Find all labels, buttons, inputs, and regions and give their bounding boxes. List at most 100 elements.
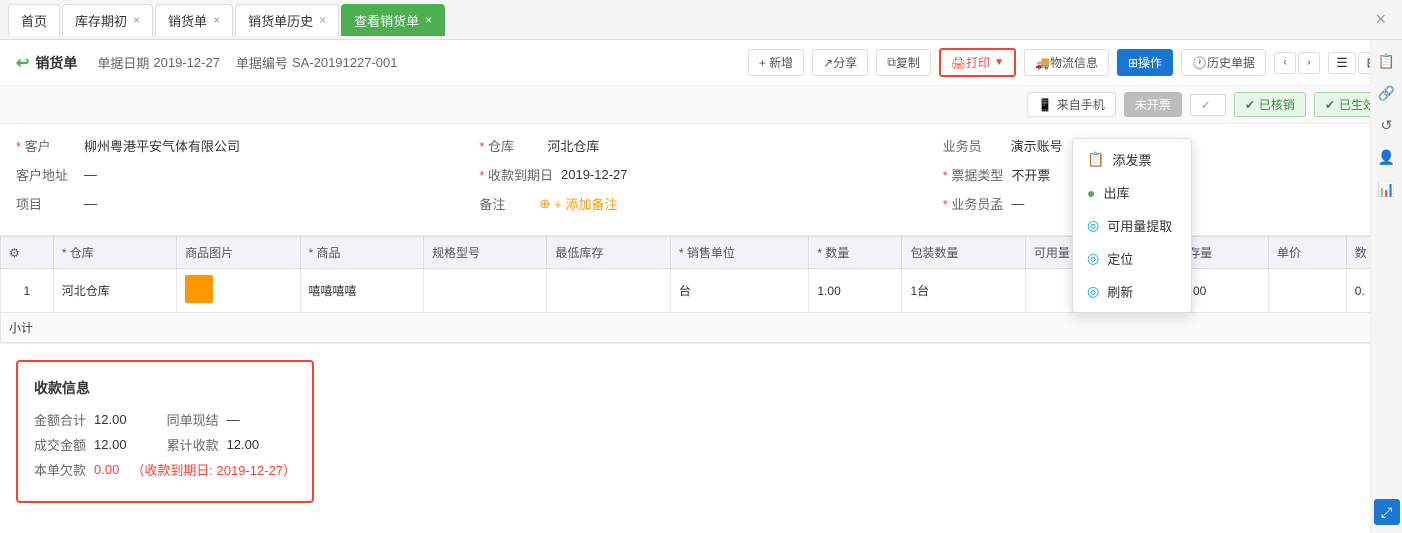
transaction-item: 成交金额 12.00 xyxy=(34,435,127,454)
prev-button[interactable]: ‹ xyxy=(1274,52,1296,74)
doc-title: ↩ 销货单 xyxy=(16,53,77,73)
truck-icon: 🚚 xyxy=(1035,56,1050,70)
settlement-item: 同单现结 — xyxy=(167,410,240,429)
sidebar-icon-3[interactable]: ↺ xyxy=(1374,112,1400,138)
col-min-stock: 最低库存 xyxy=(547,237,670,269)
col-unit: * 销售单位 xyxy=(670,237,809,269)
available-icon: ◎ xyxy=(1087,217,1099,234)
payment-date-label: 收款到期日 xyxy=(479,165,553,184)
product-image xyxy=(185,275,213,303)
sidebar-icon-2[interactable]: 🔗 xyxy=(1374,80,1400,106)
number-value: SA-20191227-001 xyxy=(292,55,398,70)
tab-inventory[interactable]: 库存期初 × xyxy=(62,4,153,36)
sidebar-icon-1[interactable]: 📋 xyxy=(1374,48,1400,74)
cumulative-value: 12.00 xyxy=(227,437,260,452)
row-price xyxy=(1268,269,1346,313)
date-label: 单据日期 xyxy=(97,53,149,72)
tab-home[interactable]: 首页 xyxy=(8,4,60,36)
doc-title-icon: ↩ xyxy=(16,53,29,73)
tab-sales-history[interactable]: 销货单历史 × xyxy=(235,4,339,36)
warehouse-label: 仓库 xyxy=(479,136,539,155)
settlement-value: — xyxy=(227,412,240,427)
logistics-button[interactable]: 🚚 物流信息 xyxy=(1024,49,1109,76)
total-item: 金额合计 12.00 xyxy=(34,410,127,429)
list-view-button[interactable]: ☰ xyxy=(1328,52,1356,74)
owed-note: （收款到期日: 2019-12-27） xyxy=(131,460,296,479)
from-phone-button[interactable]: 📱 来自手机 xyxy=(1027,92,1116,117)
operate-icon: ⊞ xyxy=(1128,56,1138,70)
not-opened-button[interactable]: 未开票 xyxy=(1124,92,1182,117)
row-product: 嘻嘻嘻嘻 xyxy=(300,269,423,313)
invoice-icon: 📋 xyxy=(1087,151,1104,168)
doc-title-text: 销货单 xyxy=(35,53,77,73)
ticket-value: 不开票 xyxy=(1011,165,1050,184)
payment-row-1: 金额合计 12.00 同单现结 — xyxy=(34,410,296,429)
expand-button[interactable]: ⤢ xyxy=(1374,499,1400,525)
check-icon: ✓ xyxy=(1201,98,1211,112)
row-spec xyxy=(423,269,546,313)
doc-meta: 单据日期 2019-12-27 单据编号 SA-20191227-001 xyxy=(97,53,413,72)
locate-icon: ◎ xyxy=(1087,250,1099,267)
main-content: ↩ 销货单 单据日期 2019-12-27 单据编号 SA-20191227-0… xyxy=(0,40,1402,533)
add-icon: ⊕ xyxy=(539,196,550,212)
outbound-item[interactable]: ● 出库 xyxy=(1073,176,1191,209)
share-icon: ↗ xyxy=(823,56,833,70)
warehouse-field: 仓库 河北仓库 xyxy=(479,136,922,155)
total-label: 金额合计 xyxy=(34,410,86,429)
copy-icon: ⧉ xyxy=(887,55,896,70)
warehouse-value: 河北仓库 xyxy=(547,136,599,155)
tab-sales[interactable]: 销货单 × xyxy=(155,4,233,36)
payment-date-field: 收款到期日 2019-12-27 xyxy=(479,165,922,184)
owed-label: 本单欠款 xyxy=(34,460,86,479)
tab-close-inventory[interactable]: × xyxy=(133,13,140,27)
tab-view-sales[interactable]: 查看销货单 × xyxy=(341,4,445,36)
doc-header: ↩ 销货单 单据日期 2019-12-27 单据编号 SA-20191227-0… xyxy=(0,40,1402,86)
payment-date-value: 2019-12-27 xyxy=(561,167,628,182)
confirm-button[interactable]: ✓ xyxy=(1190,94,1226,116)
tab-close-sales[interactable]: × xyxy=(213,13,220,27)
row-image xyxy=(177,269,300,313)
col-image: 商品图片 xyxy=(177,237,300,269)
tab-close-sales-history[interactable]: × xyxy=(319,13,326,27)
address-field: 客户地址 — xyxy=(16,165,459,184)
staff-label: 业务员 xyxy=(943,136,1003,155)
row-unit: 台 xyxy=(670,269,809,313)
next-button[interactable]: › xyxy=(1298,52,1320,74)
sidebar-icon-4[interactable]: 👤 xyxy=(1374,144,1400,170)
customer-field: 客户 柳州粤港平安气体有限公司 xyxy=(16,136,459,155)
note-label: 备注 xyxy=(479,194,539,213)
operate-button[interactable]: ⊞ 操作 xyxy=(1117,49,1173,76)
history-button[interactable]: 🕐 历史单据 xyxy=(1181,49,1266,76)
number-label: 单据编号 xyxy=(236,53,288,72)
locate-item[interactable]: ◎ 定位 xyxy=(1073,242,1191,275)
tab-close-view-sales[interactable]: × xyxy=(425,13,432,27)
row-warehouse: 河北仓库 xyxy=(53,269,176,313)
refresh-icon: ◎ xyxy=(1087,283,1099,300)
project-field: 项目 — xyxy=(16,194,459,213)
col-price: 单价 xyxy=(1268,237,1346,269)
copy-button[interactable]: ⧉ 复制 xyxy=(876,49,931,76)
doc-actions: + 新增 ↗ 分享 ⧉ 复制 🖨 打印 ▼ 🚚 物流信息 xyxy=(748,48,1386,77)
col-gear: ⚙ xyxy=(1,237,54,269)
note-field: 备注 ⊕ + 添加备注 xyxy=(479,194,922,213)
phone-icon: 📱 xyxy=(1038,98,1053,112)
refresh-item[interactable]: ◎ 刷新 xyxy=(1073,275,1191,308)
operate-dropdown: 📋 添发票 ● 出库 ◎ 可用量提取 ◎ 定位 ◎ 刷新 xyxy=(1072,138,1192,313)
share-button[interactable]: ↗ 分享 xyxy=(812,49,868,76)
col-product: * 商品 xyxy=(300,237,423,269)
confirmed-icon: ✔ xyxy=(1245,98,1255,112)
sidebar-icon-5[interactable]: 📊 xyxy=(1374,176,1400,202)
col-warehouse: * 仓库 xyxy=(53,237,176,269)
new-button[interactable]: + 新增 xyxy=(748,49,804,76)
ticket-label: 票据类型 xyxy=(943,165,1004,184)
project-value: — xyxy=(84,196,97,211)
global-close-button[interactable]: × xyxy=(1367,9,1394,30)
address-value: — xyxy=(84,167,97,182)
add-invoice-item[interactable]: 📋 添发票 xyxy=(1073,143,1191,176)
subtotal-label: 小计 xyxy=(1,313,1402,343)
cumulative-label: 累计收款 xyxy=(167,435,219,454)
add-note-button[interactable]: ⊕ + 添加备注 xyxy=(539,194,617,213)
print-button[interactable]: 🖨 打印 ▼ xyxy=(939,48,1016,77)
available-qty-item[interactable]: ◎ 可用量提取 xyxy=(1073,209,1191,242)
date-value: 2019-12-27 xyxy=(153,55,220,70)
